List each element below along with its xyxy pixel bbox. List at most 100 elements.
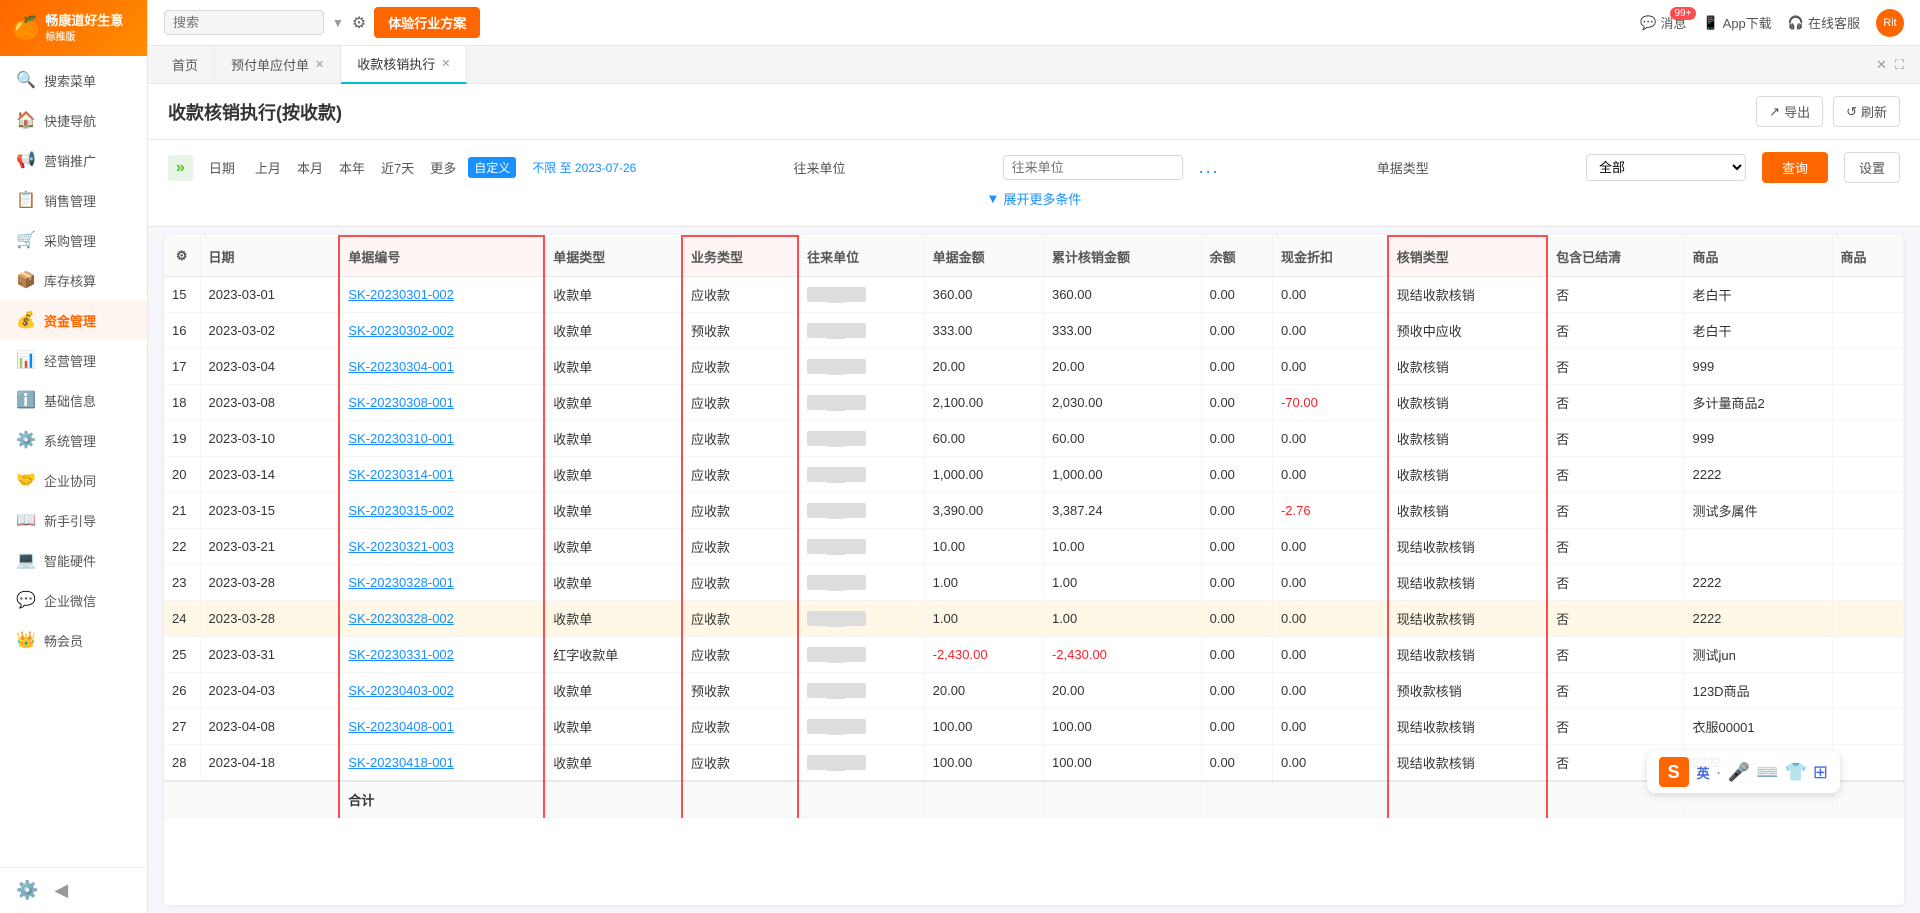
cell-no: 18 (164, 385, 200, 421)
cell-date: 2023-03-21 (200, 529, 339, 565)
dropdown-arrow-icon[interactable]: ▼ (332, 16, 344, 30)
settings-icon[interactable]: ⚙️ (16, 880, 38, 901)
online-service-button[interactable]: 🎧 在线客服 (1788, 13, 1860, 32)
setting-button[interactable]: 设置 (1844, 152, 1900, 183)
bill-no-link[interactable]: SK-20230418-001 (348, 755, 454, 770)
footer-discount (1272, 781, 1387, 818)
cell-biz-type: 应收款 (682, 709, 798, 745)
cell-bill-no: SK-20230408-001 (339, 709, 544, 745)
cell-goods2 (1832, 421, 1903, 457)
partner-input[interactable] (1003, 155, 1183, 180)
sidebar-item-经营管理[interactable]: 📊经营管理 (0, 340, 147, 380)
close-tab-icon[interactable]: ✕ (1876, 57, 1887, 73)
bill-no-link[interactable]: SK-20230408-001 (348, 719, 454, 734)
bill-no-link[interactable]: SK-20230331-002 (348, 647, 454, 662)
cell-goods2 (1832, 457, 1903, 493)
gear-icon[interactable]: ⚙ (352, 13, 366, 33)
cell-included: 否 (1547, 349, 1684, 385)
bill-no-link[interactable]: SK-20230301-002 (348, 287, 454, 302)
sidebar-item-系统管理[interactable]: ⚙️系统管理 (0, 420, 147, 460)
sidebar-item-企业协同[interactable]: 🤝企业协同 (0, 460, 147, 500)
cell-date: 2023-03-04 (200, 349, 339, 385)
bill-no-link[interactable]: SK-20230314-001 (348, 467, 454, 482)
keyboard-icon[interactable]: ⌨️ (1756, 762, 1778, 783)
cell-goods2 (1832, 637, 1903, 673)
expand-more-button[interactable]: ▼ 展开更多条件 (168, 183, 1900, 214)
date-opt-thisyear[interactable]: 本年 (335, 156, 369, 179)
shirt-icon[interactable]: 👕 (1784, 762, 1806, 783)
messages-badge: 99+ (1670, 7, 1697, 20)
bill-no-link[interactable]: SK-20230315-002 (348, 503, 454, 518)
cell-balance: 0.00 (1201, 745, 1272, 782)
bill-no-link[interactable]: SK-20230302-002 (348, 323, 454, 338)
date-filter-label: 日期 (209, 158, 235, 177)
cell-amount: 1,000.00 (924, 457, 1043, 493)
tab-prepay-close[interactable]: ✕ (315, 58, 324, 71)
sidebar-item-智能硬件[interactable]: 💻智能硬件 (0, 540, 147, 580)
cell-balance: 0.00 (1201, 529, 1272, 565)
bill-no-link[interactable]: SK-20230328-001 (348, 575, 454, 590)
cell-date: 2023-03-28 (200, 565, 339, 601)
collapse-icon[interactable]: ◀ (54, 880, 68, 901)
sidebar-item-营销推广[interactable]: 📢营销推广 (0, 140, 147, 180)
bill-no-link[interactable]: SK-20230328-002 (348, 611, 454, 626)
bill-no-link[interactable]: SK-20230403-002 (348, 683, 454, 698)
cell-goods1: 衣服00001 (1684, 709, 1832, 745)
solution-button[interactable]: 体验行业方案 (374, 7, 480, 38)
app-name: 畅康道好生意 (45, 13, 123, 29)
cell-discount: 0.00 (1272, 349, 1387, 385)
footer-amount (924, 781, 1043, 818)
cell-discount: -70.00 (1272, 385, 1387, 421)
expand-tab-icon[interactable]: ⛶ (1895, 57, 1904, 73)
sidebar-item-搜索菜单[interactable]: 🔍搜索菜单 (0, 60, 147, 100)
app-download-button[interactable]: 📱 App下载 (1702, 13, 1771, 32)
tab-prepay[interactable]: 预付单应付单 ✕ (215, 46, 341, 84)
refresh-button[interactable]: ↺ 刷新 (1833, 96, 1900, 127)
cell-no: 22 (164, 529, 200, 565)
sidebar-item-新手引导[interactable]: 📖新手引导 (0, 500, 147, 540)
sidebar-item-库存核算[interactable]: 📦库存核算 (0, 260, 147, 300)
cell-date: 2023-03-02 (200, 313, 339, 349)
bill-no-link[interactable]: SK-20230308-001 (348, 395, 454, 410)
sidebar-item-企业微信[interactable]: 💬企业微信 (0, 580, 147, 620)
english-icon[interactable]: 英 (1697, 763, 1710, 782)
sidebar-item-基础信息[interactable]: ℹ️基础信息 (0, 380, 147, 420)
user-avatar[interactable]: Rit (1876, 9, 1904, 37)
sidebar-item-采购管理[interactable]: 🛒采购管理 (0, 220, 147, 260)
cell-bill-no: SK-20230310-001 (339, 421, 544, 457)
cell-bill-type: 收款单 (544, 493, 682, 529)
tab-verification-close[interactable]: ✕ (441, 57, 450, 70)
date-opt-custom[interactable]: 自定义 (468, 157, 516, 178)
cell-goods2 (1832, 385, 1903, 421)
dots-icon[interactable]: ... (1199, 157, 1220, 178)
cell-verify-type: 收款核销 (1388, 349, 1547, 385)
date-opt-more[interactable]: 更多 (426, 156, 460, 179)
bill-no-link[interactable]: SK-20230304-001 (348, 359, 454, 374)
logo-area: 🍊 畅康道好生意 标推版 (0, 0, 147, 56)
search-input[interactable] (164, 10, 324, 35)
bill-type-select[interactable]: 全部 收款单 红字收款单 (1586, 154, 1746, 181)
grid-icon[interactable]: ⊞ (1813, 762, 1828, 783)
sidebar-item-畅会员[interactable]: 👑畅会员 (0, 620, 147, 660)
sidebar-item-销售管理[interactable]: 📋销售管理 (0, 180, 147, 220)
bill-no-link[interactable]: SK-20230321-003 (348, 539, 454, 554)
date-opt-thismonth[interactable]: 本月 (293, 156, 327, 179)
tab-home[interactable]: 首页 (156, 46, 215, 84)
th-settings[interactable]: ⚙ (164, 236, 200, 277)
messages-button[interactable]: 💬 消息 99+ (1640, 13, 1686, 32)
sidebar-item-资金管理[interactable]: 💰资金管理 (0, 300, 147, 340)
cell-balance: 0.00 (1201, 493, 1272, 529)
cell-goods2 (1832, 313, 1903, 349)
table-row: 24 2023-03-28 SK-20230328-002 收款单 应收款 ██… (164, 601, 1904, 637)
filter-expand-button[interactable]: » (168, 155, 193, 181)
tab-home-label: 首页 (172, 55, 198, 74)
th-verify-type: 核销类型 (1388, 236, 1547, 277)
mic-icon[interactable]: 🎤 (1728, 762, 1750, 783)
date-opt-7days[interactable]: 近7天 (377, 156, 418, 179)
tab-verification[interactable]: 收款核销执行 ✕ (341, 46, 467, 84)
query-button[interactable]: 查询 (1762, 152, 1828, 183)
bill-no-link[interactable]: SK-20230310-001 (348, 431, 454, 446)
date-opt-lastmonth[interactable]: 上月 (251, 156, 285, 179)
export-button[interactable]: ↗ 导出 (1756, 96, 1823, 127)
sidebar-item-快捷导航[interactable]: 🏠快捷导航 (0, 100, 147, 140)
